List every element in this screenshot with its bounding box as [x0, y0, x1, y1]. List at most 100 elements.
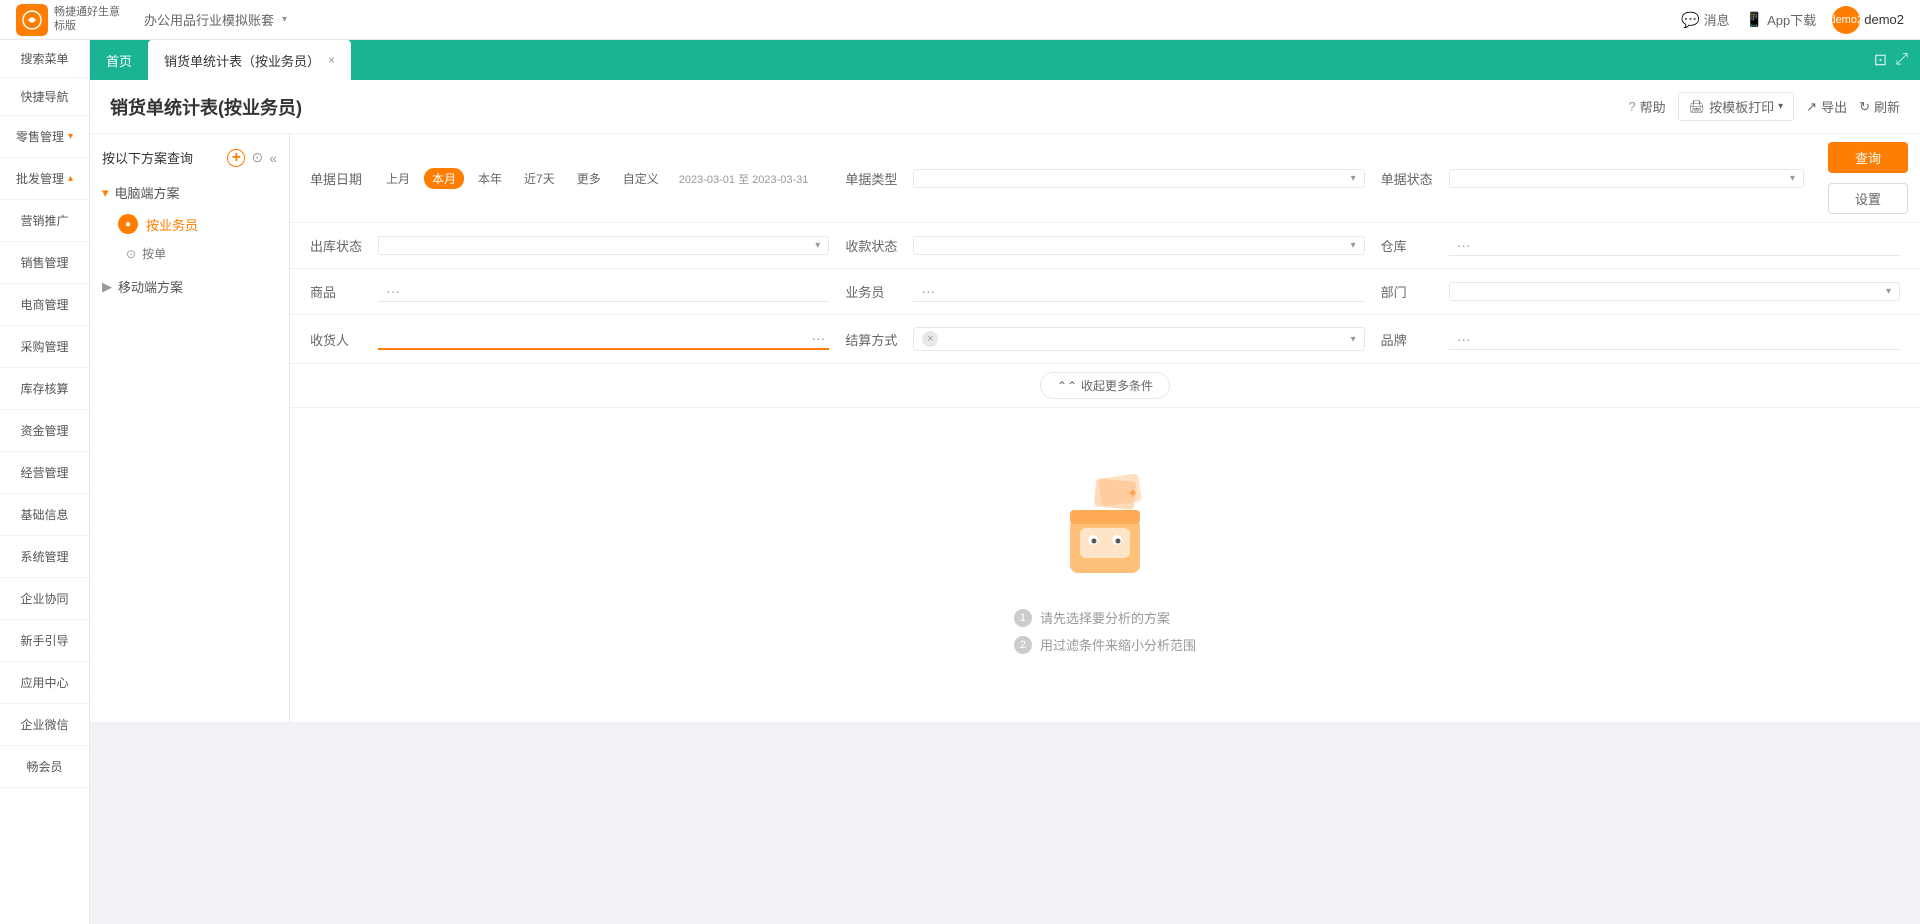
settings-button[interactable]: 设置	[1828, 183, 1908, 214]
date-filter-group: 上月 本月 本年 近7天 更多 自定义 2023-03-01 至 2023-03…	[378, 168, 808, 189]
brand-dots[interactable]: ···	[1457, 331, 1471, 347]
filter-row-3: 商品 ··· 业务员 ···	[290, 269, 1920, 315]
avatar: demo2	[1832, 6, 1860, 34]
message-btn[interactable]: 💬 消息	[1681, 10, 1730, 29]
filter-row-2: 出库状态 ▾ 收款状态	[290, 223, 1920, 269]
sidebar-item-basic[interactable]: 基础信息	[0, 494, 89, 536]
warehouse-dots[interactable]: ···	[1457, 237, 1471, 253]
receipt-status-label: 收款状态	[845, 236, 905, 255]
scheme-edit-icon[interactable]: ⊙	[251, 149, 263, 166]
tab-expand-icon[interactable]: ⤢	[1895, 51, 1908, 69]
logo-text: 畅捷通好生意 标版	[54, 6, 120, 32]
date-more-btn[interactable]: 更多	[569, 168, 609, 189]
receipt-status-select[interactable]: ▾	[913, 236, 1364, 255]
scheme-active-dot: ●	[118, 214, 138, 234]
empty-state: ✦ · 1 请先选择要分析的方案	[290, 408, 1920, 722]
printer-icon: 🖨	[1689, 99, 1706, 115]
sidebar-item-search[interactable]: 搜索菜单	[0, 40, 89, 78]
nav-right: 💬 消息 📱 App下载 demo2 demo2	[1681, 6, 1904, 34]
sidebar-item-apps[interactable]: 应用中心	[0, 662, 89, 704]
consignee-dots[interactable]: ···	[811, 330, 825, 346]
filter-consignee: 收货人 ···	[302, 324, 837, 354]
sidebar-item-operations[interactable]: 经营管理	[0, 452, 89, 494]
collapse-btn[interactable]: ⌃⌃ 收起更多条件	[1040, 372, 1170, 399]
tab-bar-right: ⊡ ⤢	[1874, 50, 1920, 70]
help-icon: ?	[1628, 99, 1635, 114]
payment-arrow-icon: ▾	[1351, 334, 1356, 345]
sidebar-item-enterprise[interactable]: 企业协同	[0, 578, 89, 620]
filter-goods: 商品 ···	[302, 277, 837, 306]
sidebar-item-wholesale[interactable]: 批发管理 ▴	[0, 158, 89, 200]
date-custom-btn[interactable]: 自定义	[615, 168, 667, 189]
scheme-item-salesperson[interactable]: ● 按业务员	[90, 208, 289, 240]
tab-close-icon[interactable]: ×	[328, 53, 335, 67]
empty-step-2: 2 用过滤条件来缩小分析范围	[1014, 635, 1196, 654]
sidebar: 搜索菜单 快捷导航 零售管理 ▾ 批发管理 ▴ 营销推广 销售管理 电商管理 采…	[0, 40, 90, 924]
sidebar-item-wechat[interactable]: 企业微信	[0, 704, 89, 746]
department-select[interactable]: ▾	[1449, 282, 1900, 301]
collapse-row: ⌃⌃ 收起更多条件	[290, 364, 1920, 408]
out-status-label: 出库状态	[310, 236, 370, 255]
filter-date: 单据日期 上月 本月 本年 近7天 更多 自定义	[302, 164, 837, 193]
sidebar-item-member[interactable]: 畅会员	[0, 746, 89, 788]
filter-warehouse: 仓库 ···	[1373, 231, 1908, 260]
scheme-mobile-arrow: ▶	[102, 279, 112, 295]
tab-minimize-icon[interactable]: ⊡	[1874, 50, 1887, 70]
date-cur-year-btn[interactable]: 本年	[470, 168, 510, 189]
empty-illustration: ✦ ·	[1045, 468, 1165, 588]
sidebar-item-system[interactable]: 系统管理	[0, 536, 89, 578]
empty-step-1: 1 请先选择要分析的方案	[1014, 608, 1196, 627]
title-dropdown-icon[interactable]: ▾	[282, 14, 287, 25]
page-inner: 销货单统计表(按业务员) ? 帮助 🖨 按模板打印 ▾	[90, 80, 1920, 722]
refresh-btn[interactable]: ↻ 刷新	[1859, 97, 1900, 116]
wholesale-arrow: ▴	[68, 173, 73, 184]
date-7days-btn[interactable]: 近7天	[516, 168, 563, 189]
salesperson-dots[interactable]: ···	[921, 283, 935, 299]
scheme-add-icon[interactable]: +	[227, 149, 245, 167]
consignee-input[interactable]	[382, 331, 807, 346]
user-profile[interactable]: demo2 demo2	[1832, 6, 1904, 34]
sidebar-item-newuser[interactable]: 新手引导	[0, 620, 89, 662]
scheme-pc-group-title[interactable]: ▾ 电脑端方案	[90, 177, 289, 208]
page-actions: ? 帮助 🖨 按模板打印 ▾ ↗ 导出	[1628, 92, 1900, 121]
doc-status-label: 单据状态	[1381, 169, 1441, 188]
out-status-select[interactable]: ▾	[378, 236, 829, 255]
scheme-mobile-group[interactable]: ▶ 移动端方案	[90, 271, 289, 302]
query-button[interactable]: 查询	[1828, 142, 1908, 173]
doc-status-select[interactable]: ▾	[1449, 169, 1804, 188]
sidebar-item-sales[interactable]: 销售管理	[0, 242, 89, 284]
content-area: 首页 销货单统计表（按业务员） × ⊡ ⤢ 销货单统计表(按业务员)	[90, 40, 1920, 924]
payment-clear-btn[interactable]: ×	[922, 331, 938, 347]
goods-dots[interactable]: ···	[386, 283, 400, 299]
payment-method-select[interactable]: × ▾	[913, 327, 1364, 351]
print-template-btn[interactable]: 🖨 按模板打印 ▾	[1678, 92, 1795, 121]
tab-active[interactable]: 销货单统计表（按业务员） ×	[148, 40, 351, 80]
sidebar-item-quick-nav[interactable]: 快捷导航	[0, 78, 89, 116]
doc-type-select[interactable]: ▾	[913, 169, 1364, 188]
sidebar-item-finance[interactable]: 资金管理	[0, 410, 89, 452]
query-settings-btns: 查询 设置	[1828, 142, 1908, 214]
date-prev-month-btn[interactable]: 上月	[378, 168, 418, 189]
page-content: 销货单统计表(按业务员) ? 帮助 🖨 按模板打印 ▾	[90, 80, 1920, 924]
empty-icon-wrap: ✦ ·	[1045, 468, 1165, 588]
sidebar-item-retail[interactable]: 零售管理 ▾	[0, 116, 89, 158]
doc-type-label: 单据类型	[845, 169, 905, 188]
scheme-sub-icon: ⊙	[126, 247, 136, 261]
scheme-collapse-icon[interactable]: «	[269, 150, 277, 166]
phone-icon: 📱	[1746, 11, 1763, 28]
date-cur-month-btn[interactable]: 本月	[424, 168, 464, 189]
tab-home[interactable]: 首页	[90, 40, 148, 80]
scheme-item-by-doc[interactable]: ⊙ 按单	[90, 240, 289, 267]
help-btn[interactable]: ? 帮助	[1628, 97, 1665, 116]
export-btn[interactable]: ↗ 导出	[1806, 97, 1847, 116]
filter-doc-status: 单据状态 ▾	[1373, 165, 1812, 192]
tab-bar: 首页 销货单统计表（按业务员） × ⊡ ⤢	[90, 40, 1920, 80]
retail-label: 零售管理	[16, 128, 64, 145]
sidebar-item-ecommerce[interactable]: 电商管理	[0, 284, 89, 326]
top-title: 办公用品行业模拟账套	[144, 10, 274, 29]
sidebar-item-purchase[interactable]: 采购管理	[0, 326, 89, 368]
sidebar-item-inventory[interactable]: 库存核算	[0, 368, 89, 410]
sidebar-item-marketing[interactable]: 营销推广	[0, 200, 89, 242]
export-icon: ↗	[1806, 99, 1817, 115]
app-download-btn[interactable]: 📱 App下载	[1746, 10, 1817, 29]
